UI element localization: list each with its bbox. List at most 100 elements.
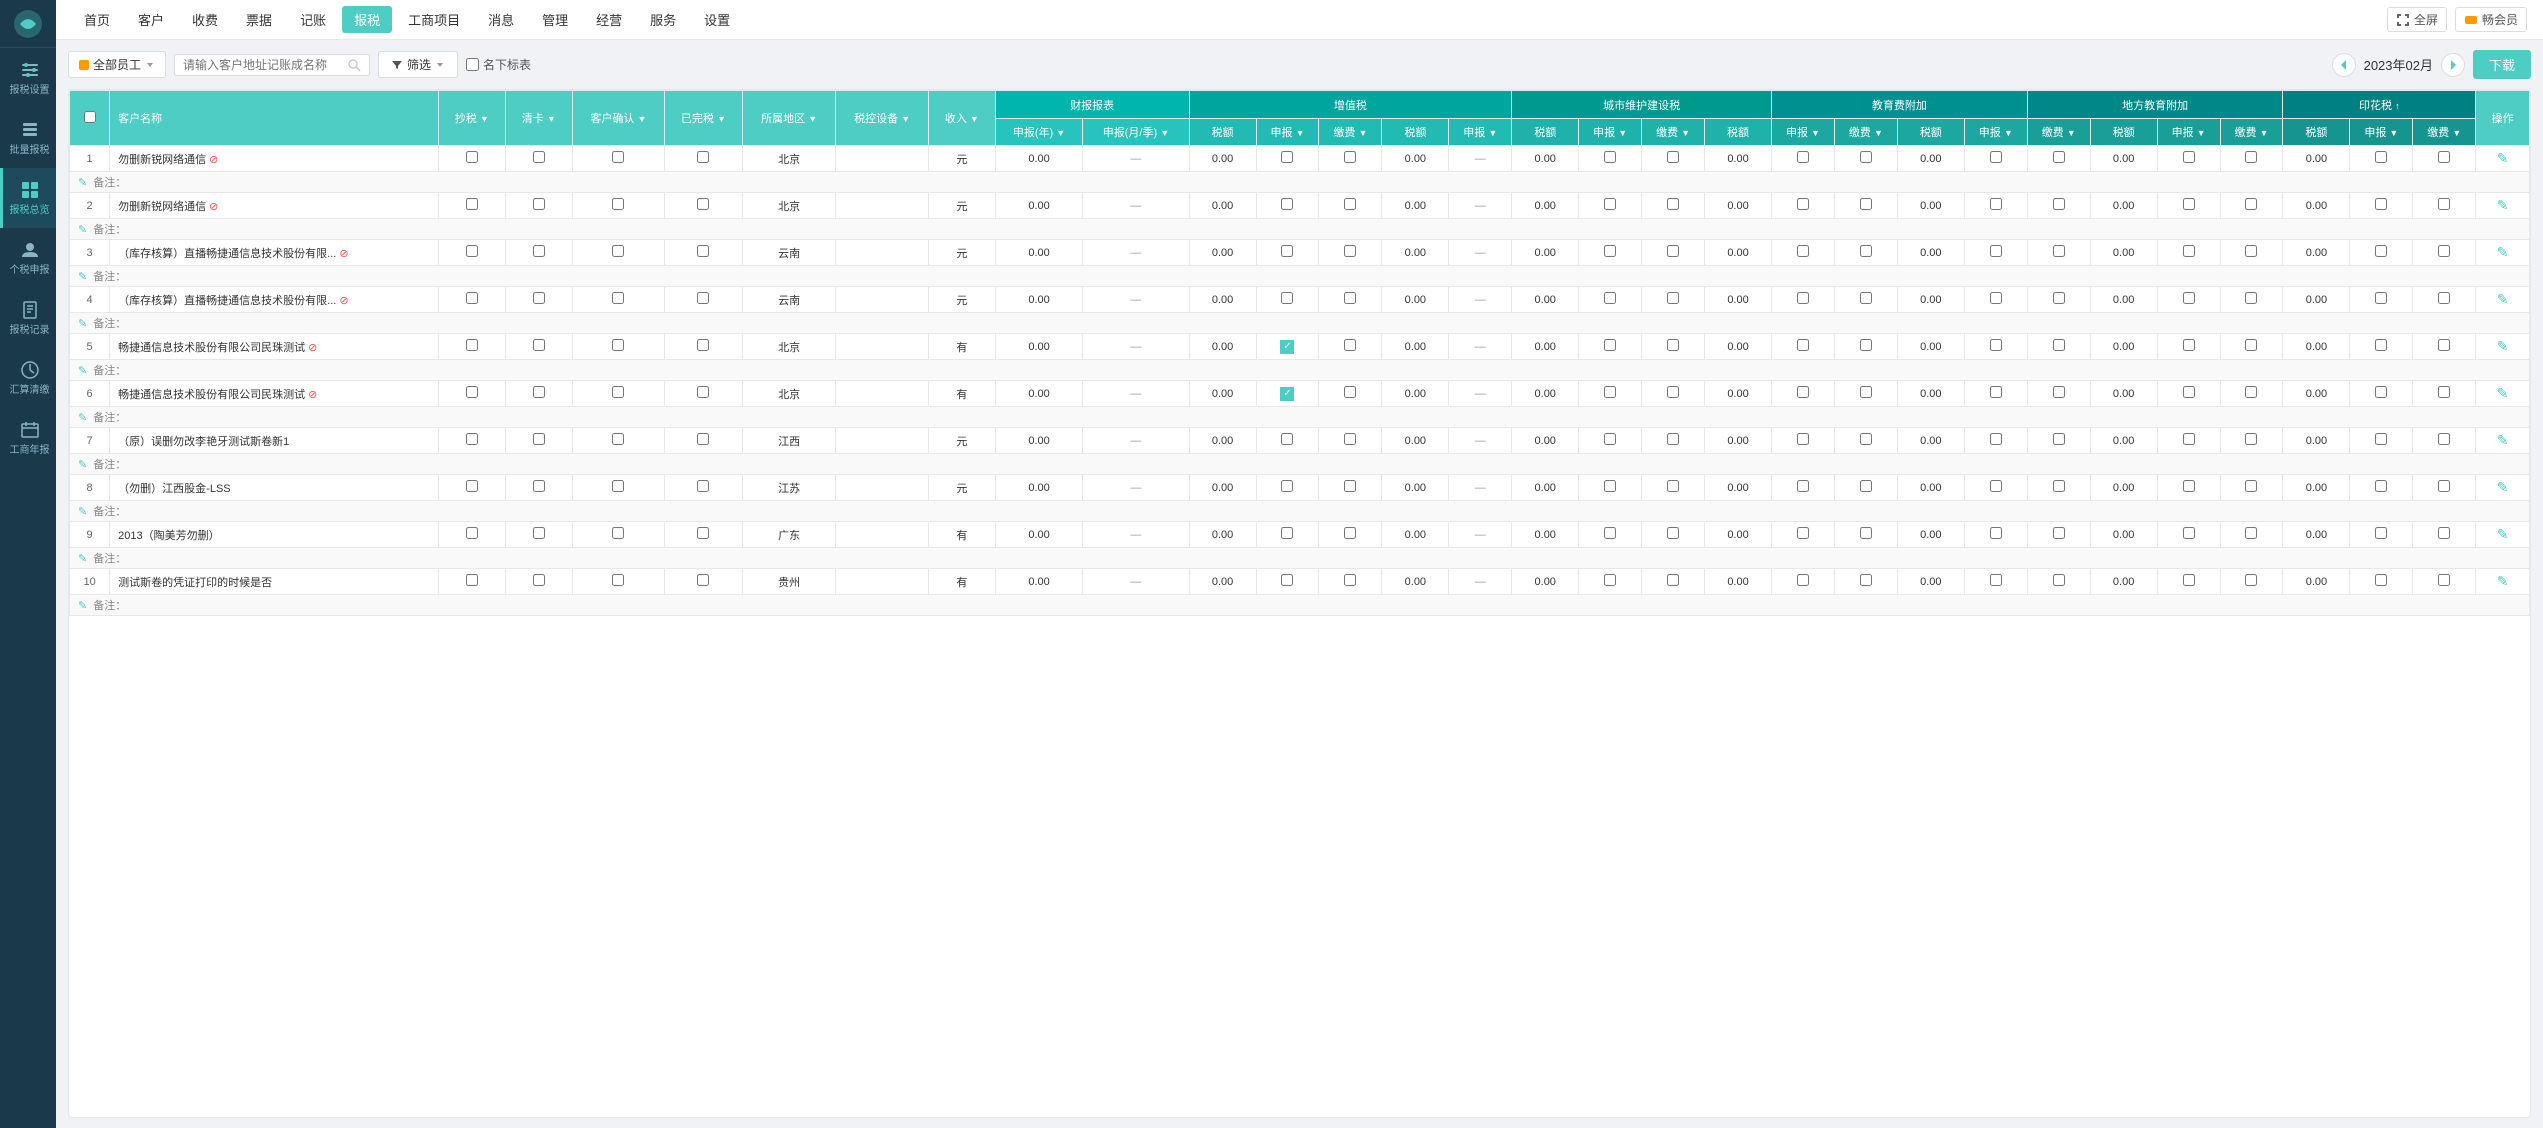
row-stamp-pay[interactable] [2413,287,2476,313]
row-vat-pay[interactable] [1319,146,1382,172]
nav-accounting[interactable]: 记账 [288,6,338,33]
row-local-declare[interactable] [2157,475,2220,501]
row-stamp-declare[interactable] [2350,428,2413,454]
row-stamp-pay[interactable] [2413,334,2476,360]
row-urban-declare[interactable] [1579,146,1642,172]
row-clear-card[interactable] [505,334,572,360]
row-urban-declare[interactable] [1579,287,1642,313]
row-paid-tax[interactable] [665,287,743,313]
row-urban-declare[interactable] [1579,240,1642,266]
remark-edit-icon[interactable]: ✎ [78,365,87,377]
row-edu-declare[interactable] [1772,569,1835,595]
remark-edit-icon[interactable]: ✎ [78,177,87,189]
remark-edit-icon[interactable]: ✎ [78,271,87,283]
sidebar-item-personal-tax[interactable]: 个税申报 [0,228,56,288]
row-stamp-pay[interactable] [2413,428,2476,454]
row-local-pay2[interactable] [2220,381,2283,407]
row-stamp-pay[interactable] [2413,569,2476,595]
row-edu-declare[interactable] [1772,428,1835,454]
row-vat-pay[interactable] [1319,569,1382,595]
edit-icon[interactable]: ✎ [2497,432,2509,448]
row-local-pay2[interactable] [2220,193,2283,219]
row-vat-pay[interactable] [1319,428,1382,454]
sidebar-item-settlement[interactable]: 汇算清缴 [0,348,56,408]
nav-management[interactable]: 管理 [530,6,580,33]
row-customer-confirm[interactable] [572,522,664,548]
row-stamp-declare[interactable] [2350,334,2413,360]
row-customer-confirm[interactable] [572,569,664,595]
row-paid-tax[interactable] [665,381,743,407]
filter-button[interactable]: 筛选 [378,51,458,78]
sidebar-item-tax-overview[interactable]: 报税总览 [0,168,56,228]
row-copy-tax[interactable] [438,428,505,454]
row-paid-tax[interactable] [665,522,743,548]
row-urban-pay[interactable] [1642,475,1705,501]
row-edu-declare[interactable] [1772,475,1835,501]
row-local-pay[interactable] [2027,381,2090,407]
row-urban-declare[interactable] [1579,193,1642,219]
row-vat-pay[interactable] [1319,334,1382,360]
row-local-declare[interactable] [2157,146,2220,172]
row-urban-pay[interactable] [1642,428,1705,454]
fullscreen-btn[interactable]: 全屏 [2387,7,2447,32]
row-local-pay2[interactable] [2220,240,2283,266]
row-local-pay[interactable] [2027,522,2090,548]
row-stamp-declare[interactable] [2350,146,2413,172]
row-copy-tax[interactable] [438,146,505,172]
remark-edit-icon[interactable]: ✎ [78,412,87,424]
row-customer-confirm[interactable] [572,287,664,313]
select-all-checkbox[interactable] [84,111,96,123]
row-vat-declare[interactable] [1256,240,1319,266]
row-edu-declare[interactable] [1772,287,1835,313]
employee-filter[interactable]: 全部员工 [68,51,166,78]
row-paid-tax[interactable] [665,240,743,266]
row-vat-declare[interactable] [1256,193,1319,219]
row-action[interactable]: ✎ [2476,428,2530,454]
row-edu-pay[interactable] [1834,193,1897,219]
row-paid-tax[interactable] [665,428,743,454]
row-local-pay2[interactable] [2220,428,2283,454]
row-stamp-declare[interactable] [2350,569,2413,595]
row-action[interactable]: ✎ [2476,146,2530,172]
row-stamp-pay[interactable] [2413,193,2476,219]
row-clear-card[interactable] [505,569,572,595]
nav-tax[interactable]: 报税 [342,6,392,33]
nav-settings[interactable]: 设置 [692,6,742,33]
row-urban-declare[interactable] [1579,475,1642,501]
row-local-pay2[interactable] [2220,475,2283,501]
row-vat-pay[interactable] [1319,381,1382,407]
row-urban-pay[interactable] [1642,240,1705,266]
row-local-pay2[interactable] [2220,287,2283,313]
row-edu-declare[interactable] [1772,146,1835,172]
row-local-declare[interactable] [2157,381,2220,407]
row-edu-declare[interactable] [1772,381,1835,407]
remark-edit-icon[interactable]: ✎ [78,224,87,236]
row-vat-declare[interactable]: ✓ [1256,381,1319,407]
row-stamp-pay[interactable] [2413,146,2476,172]
row-edu-declare2[interactable] [1964,287,2027,313]
row-clear-card[interactable] [505,287,572,313]
nav-billing[interactable]: 收费 [180,6,230,33]
remark-edit-icon[interactable]: ✎ [78,459,87,471]
row-clear-card[interactable] [505,475,572,501]
search-box[interactable] [174,54,370,76]
row-urban-pay[interactable] [1642,381,1705,407]
row-local-pay[interactable] [2027,334,2090,360]
row-paid-tax[interactable] [665,334,743,360]
row-vat-declare[interactable]: ✓ [1256,334,1319,360]
row-local-pay[interactable] [2027,193,2090,219]
row-urban-declare[interactable] [1579,569,1642,595]
row-vat-pay[interactable] [1319,287,1382,313]
row-edu-pay[interactable] [1834,381,1897,407]
row-local-pay[interactable] [2027,475,2090,501]
nav-service[interactable]: 服务 [638,6,688,33]
row-edu-pay[interactable] [1834,569,1897,595]
row-copy-tax[interactable] [438,240,505,266]
row-local-pay[interactable] [2027,240,2090,266]
row-edu-declare2[interactable] [1964,146,2027,172]
row-local-declare[interactable] [2157,240,2220,266]
row-customer-confirm[interactable] [572,428,664,454]
row-edu-pay[interactable] [1834,287,1897,313]
row-vat-declare[interactable] [1256,522,1319,548]
search-input[interactable] [183,58,343,72]
